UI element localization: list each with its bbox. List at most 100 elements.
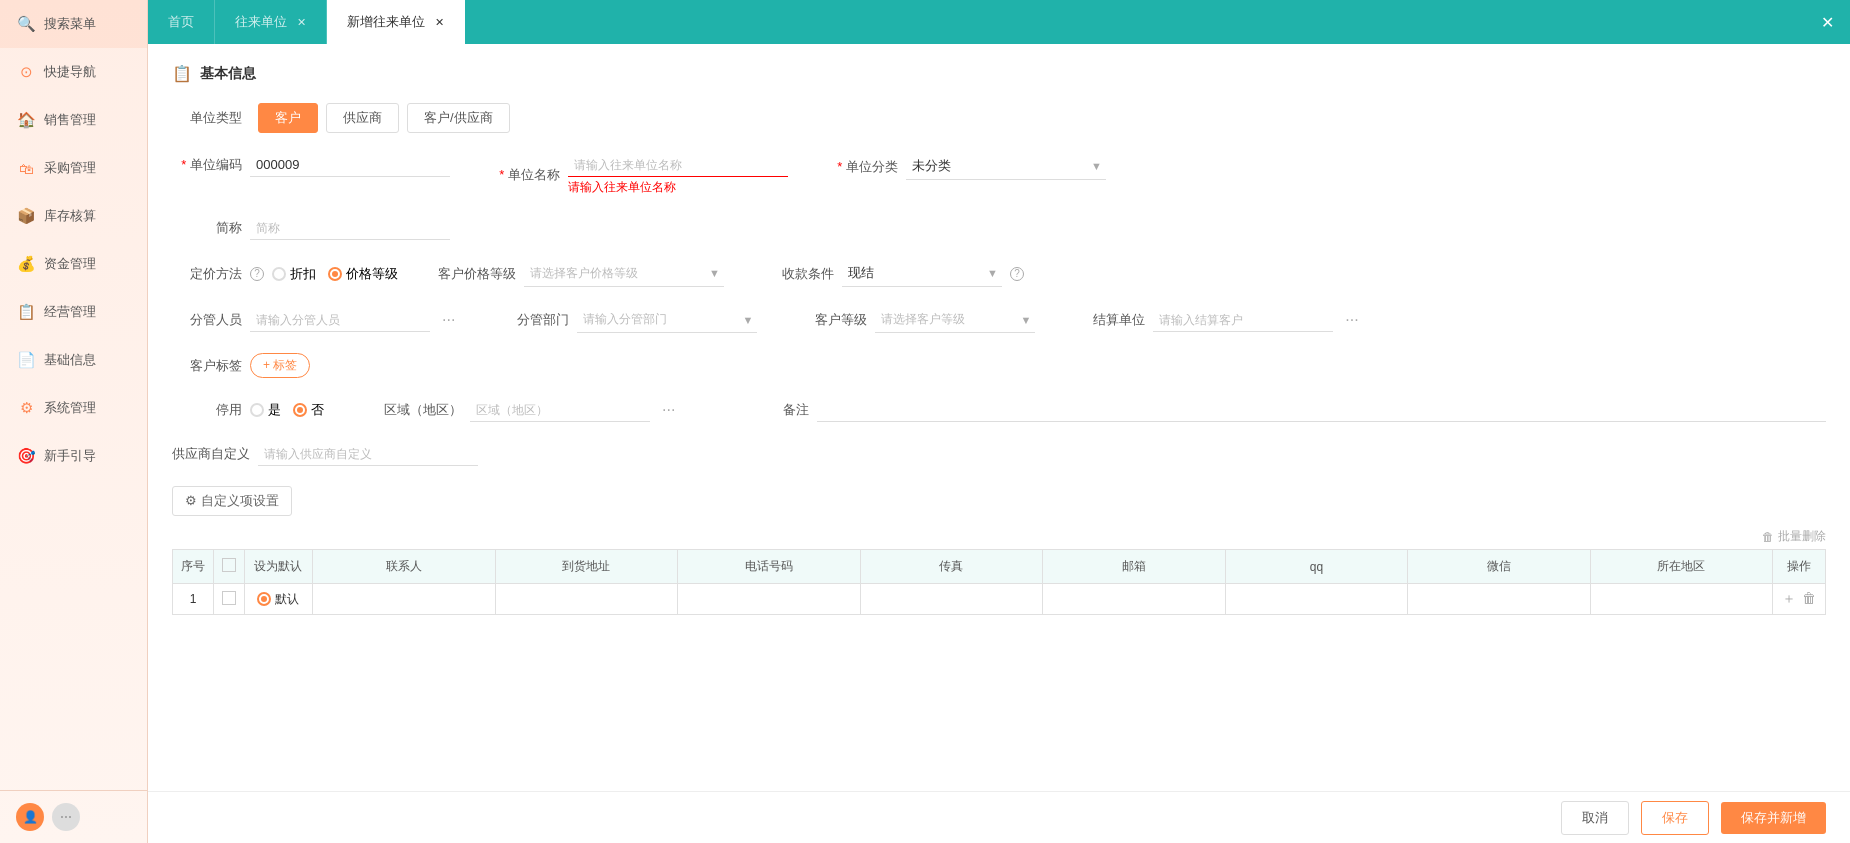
tab-new-partner[interactable]: 新增往来单位 ✕ [327,0,465,44]
tab-bar: 首页 往来单位 ✕ 新增往来单位 ✕ ✕ [148,0,1850,44]
supplier-custom-input[interactable] [258,442,478,466]
pricing-row: 定价方法 ? 折扣 价格等级 客户价格等级 请选择客户价格等级 [172,260,1826,287]
manager-ellipsis[interactable]: ··· [438,311,459,329]
tab-home-label: 首页 [168,13,194,31]
row-default-radio[interactable] [257,592,271,606]
contact-input[interactable] [319,592,489,606]
pricing-discount-label: 折扣 [290,265,316,283]
sidebar-item-label: 快捷导航 [44,63,96,81]
supplier-custom-label: 供应商自定义 [172,445,250,463]
pricing-discount-radio[interactable] [272,267,286,281]
sidebar-item-shortcut[interactable]: ⊙ 快捷导航 [0,48,147,96]
unit-type-supplier[interactable]: 供应商 [326,103,399,133]
row-contact [312,584,495,615]
region-ellipsis[interactable]: ··· [658,401,679,419]
custom-settings-button[interactable]: ⚙ 自定义项设置 [172,486,292,516]
disabled-label: 停用 [172,401,242,419]
settlement-field: 结算单位 ··· [1075,308,1362,332]
wechat-input[interactable] [1414,592,1584,606]
sidebar-item-inventory[interactable]: 📦 库存核算 [0,192,147,240]
customer-price-level-select[interactable]: 请选择客户价格等级 ▼ [524,261,724,287]
category-value: 未分类 [906,153,1087,179]
location-input[interactable] [1597,592,1767,606]
tab-partners[interactable]: 往来单位 ✕ [215,0,327,44]
sidebar-item-basic[interactable]: 📄 基础信息 [0,336,147,384]
category-select[interactable]: 未分类 ▼ [906,153,1106,180]
row-checkbox-cell [214,584,244,615]
disabled-no-radio[interactable] [293,403,307,417]
batch-delete-icon: 🗑 [1762,530,1774,544]
customer-level-value: 请选择客户等级 [875,307,1016,332]
batch-delete-area: 🗑 批量删除 [172,528,1826,545]
email-input[interactable] [1049,592,1219,606]
sidebar-item-label: 经营管理 [44,303,96,321]
row-checkbox[interactable] [222,591,236,605]
payment-help-icon[interactable]: ? [1010,267,1024,281]
unit-type-customer[interactable]: 客户 [258,103,318,133]
settlement-input[interactable] [1153,308,1333,332]
row-email [1043,584,1226,615]
row-location [1590,584,1773,615]
payment-select[interactable]: 现结 ▼ [842,260,1002,287]
address-input[interactable] [502,592,672,606]
sidebar-item-system[interactable]: ⚙ 系统管理 [0,384,147,432]
disabled-yes-radio[interactable] [250,403,264,417]
user-avatar[interactable]: 👤 [16,803,44,831]
settlement-ellipsis[interactable]: ··· [1341,311,1362,329]
row-wechat [1408,584,1591,615]
region-input[interactable] [470,398,650,422]
dept-select[interactable]: 请输入分管部门 ▼ [577,307,757,333]
sidebar-item-guide[interactable]: 🎯 新手引导 [0,432,147,480]
pricing-discount-option[interactable]: 折扣 [272,265,316,283]
customer-level-label: 客户等级 [797,311,867,329]
batch-delete-label[interactable]: 批量删除 [1778,528,1826,545]
cancel-button[interactable]: 取消 [1561,801,1629,835]
code-input[interactable] [250,153,450,177]
qq-input[interactable] [1232,592,1402,606]
disabled-no-option[interactable]: 否 [293,401,324,419]
row-actions: ＋ 🗑 [1773,584,1826,615]
window-close-button[interactable]: ✕ [1805,0,1850,44]
shortname-input[interactable] [250,216,450,240]
settings-avatar[interactable]: ⋯ [52,803,80,831]
phone-input[interactable] [684,592,854,606]
customer-level-select[interactable]: 请选择客户等级 ▼ [875,307,1035,333]
customer-price-level-label: 客户价格等级 [438,265,516,283]
pricing-radio-group: 折扣 价格等级 [272,265,398,283]
shortname-label: 简称 [172,219,242,237]
name-input[interactable] [568,153,788,177]
pricing-level-radio[interactable] [328,267,342,281]
row-default-radio-item[interactable]: 默认 [251,591,306,608]
pricing-help-icon[interactable]: ? [250,267,264,281]
manager-input[interactable] [250,308,430,332]
row-index: 1 [173,584,214,615]
save-button[interactable]: 保存 [1641,801,1709,835]
remark-input[interactable] [817,398,1826,422]
row-qq [1225,584,1408,615]
disabled-yes-option[interactable]: 是 [250,401,281,419]
sidebar-item-purchase[interactable]: 🛍 采购管理 [0,144,147,192]
save-new-button[interactable]: 保存并新增 [1721,802,1826,834]
sidebar-item-operations[interactable]: 📋 经营管理 [0,288,147,336]
name-field: 单位名称 请输入往来单位名称 [490,153,788,196]
tab-home[interactable]: 首页 [148,0,215,44]
manager-row: 分管人员 ··· 分管部门 请输入分管部门 ▼ 客户等级 请选择客户等级 ▼ 结… [172,307,1826,333]
sidebar-item-search[interactable]: 🔍 搜索菜单 [0,0,147,48]
sidebar-item-finance[interactable]: 💰 资金管理 [0,240,147,288]
select-all-checkbox[interactable] [222,558,236,572]
row-address [495,584,678,615]
delete-row-icon[interactable]: 🗑 [1802,590,1816,608]
sidebar-item-sales[interactable]: 🏠 销售管理 [0,96,147,144]
tab-partners-close[interactable]: ✕ [297,16,306,29]
pricing-level-option[interactable]: 价格等级 [328,265,398,283]
tab-new-partner-close[interactable]: ✕ [435,16,444,29]
pricing-level-label: 价格等级 [346,265,398,283]
disabled-region-row: 停用 是 否 区域（地区） ··· 备注 [172,398,1826,422]
category-field: 单位分类 未分类 ▼ [828,153,1106,180]
unit-type-both[interactable]: 客户/供应商 [407,103,510,133]
add-tag-button[interactable]: + 标签 [250,353,310,378]
basic-icon: 📄 [16,350,36,370]
add-row-icon[interactable]: ＋ [1782,590,1796,608]
row-fax [860,584,1043,615]
fax-input[interactable] [867,592,1037,606]
